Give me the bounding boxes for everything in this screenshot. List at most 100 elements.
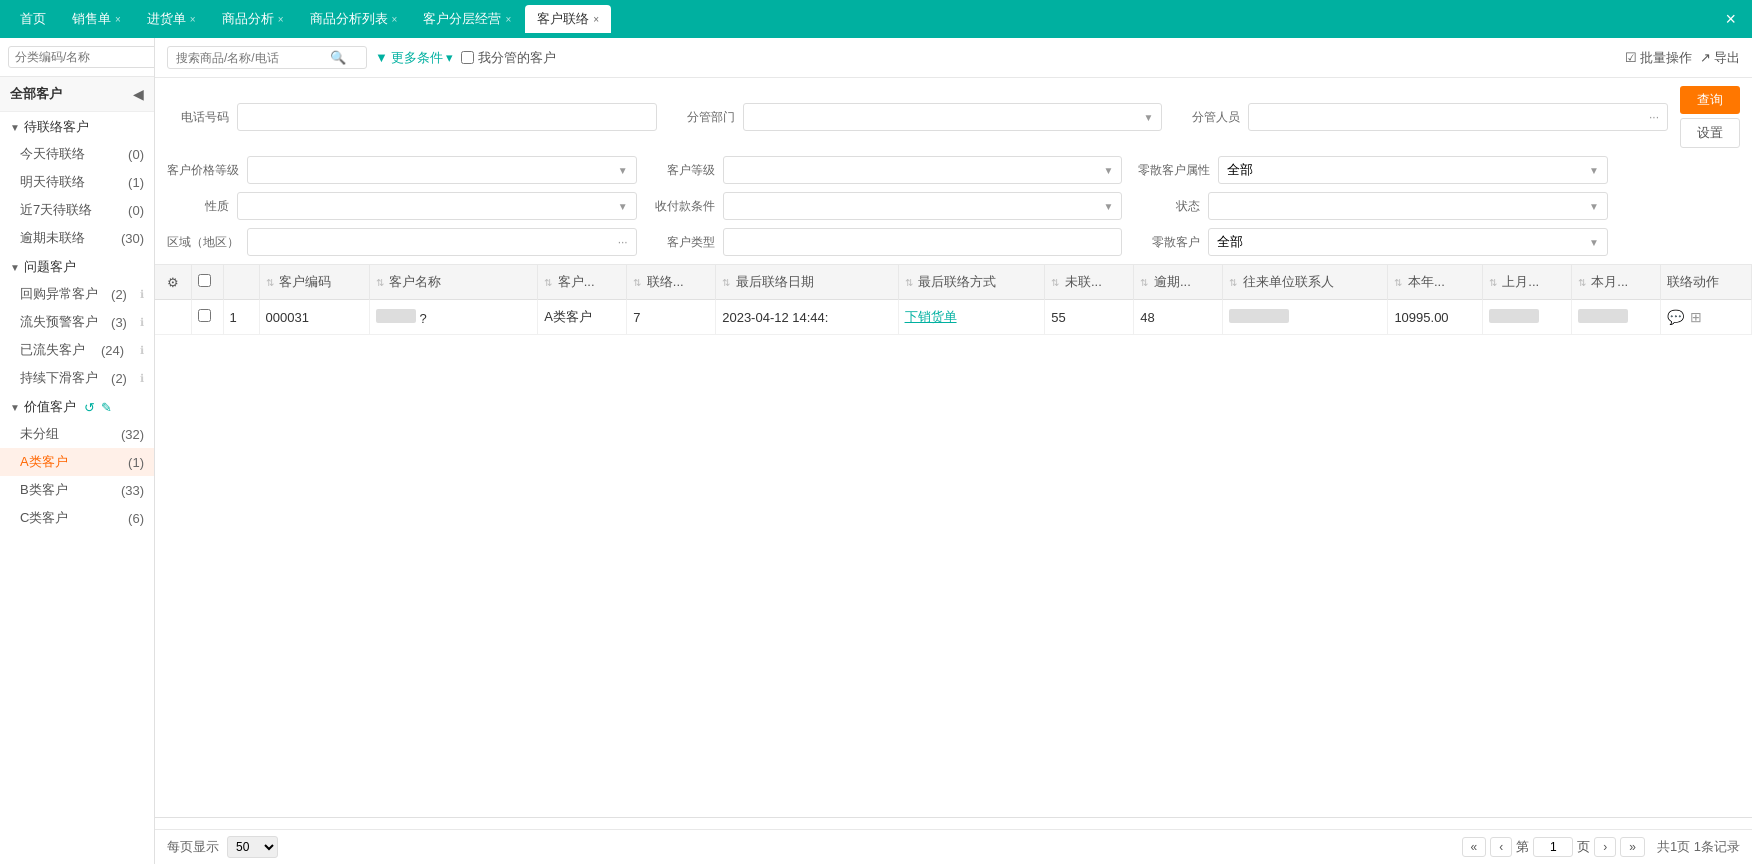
- filter-label-customer-type: 客户类型: [653, 234, 723, 251]
- settings-button[interactable]: 设置: [1680, 118, 1740, 148]
- sidebar-item-class-a[interactable]: A类客户 (1): [0, 448, 154, 476]
- my-customers-checkbox-group: 我分管的客户: [461, 49, 556, 67]
- dept-arrow-icon: ▼: [1143, 112, 1153, 123]
- table-row: 1 000031 ? A类客户 7: [155, 300, 1752, 335]
- tab-customer-segment[interactable]: 客户分层经营 ×: [411, 5, 523, 33]
- close-analysis-list-tab[interactable]: ×: [392, 14, 398, 25]
- sidebar-item-overdue-contact[interactable]: 逾期未联络 (30): [0, 224, 154, 252]
- filter-input-sparse-attr[interactable]: 全部 ▼: [1218, 156, 1608, 184]
- tab-purchase[interactable]: 进货单 ×: [135, 5, 208, 33]
- main-layout: 🔍 全部客户 ◀ ▼ 待联络客户 今天待联络 (0) 明天待联络 (1) 近7天…: [0, 38, 1752, 864]
- select-all-checkbox[interactable]: [198, 274, 211, 287]
- sidebar-item-class-c[interactable]: C类客户 (6): [0, 504, 154, 532]
- filter-group-nature: 性质 ▼: [167, 192, 637, 220]
- query-button[interactable]: 查询: [1680, 86, 1740, 114]
- tab-home[interactable]: 首页: [8, 5, 58, 33]
- filter-label-status: 状态: [1138, 198, 1208, 215]
- filter-input-nature[interactable]: ▼: [237, 192, 637, 220]
- sidebar-item-churn-warning[interactable]: 流失预警客户 (3) ℹ: [0, 308, 154, 336]
- sidebar-item-class-b[interactable]: B类客户 (33): [0, 476, 154, 504]
- filter-row-4: 区域（地区） ··· 客户类型 零散客户 全部: [167, 228, 1740, 256]
- sidebar-section-pending[interactable]: ▼ 待联络客户: [0, 112, 154, 140]
- sidebar-item-7day-contact[interactable]: 近7天待联络 (0): [0, 196, 154, 224]
- person-dots-icon: ···: [1649, 110, 1659, 124]
- filter-row-1: 电话号码 分管部门 ▼ 分管人员 ···: [167, 86, 1740, 148]
- sort-icon-no-contact: ⇅: [1051, 277, 1059, 288]
- col-this-month-header: ⇅ 本月...: [1571, 265, 1660, 300]
- tab-customer-contact[interactable]: 客户联络 ×: [525, 5, 611, 33]
- filter-input-department[interactable]: ▼: [743, 103, 1163, 131]
- sidebar-section-problem[interactable]: ▼ 问题客户: [0, 252, 154, 280]
- sort-icon-contact-count: ⇅: [633, 277, 641, 288]
- more-filters-button[interactable]: ▼ 更多条件 ▾: [375, 49, 453, 67]
- info-icon-declining: ℹ: [140, 372, 144, 385]
- action-buttons: 查询 设置: [1680, 86, 1740, 148]
- sidebar-item-tomorrow-contact[interactable]: 明天待联络 (1): [0, 168, 154, 196]
- filter-input-customer-level[interactable]: ▼: [723, 156, 1123, 184]
- tab-analysis[interactable]: 商品分析 ×: [210, 5, 296, 33]
- col-last-method-header: ⇅ 最后联络方式: [898, 265, 1045, 300]
- filter-search-input[interactable]: [176, 51, 326, 65]
- filter-group-customer-level: 客户等级 ▼: [653, 156, 1123, 184]
- col-last-month-header: ⇅ 上月...: [1482, 265, 1571, 300]
- close-analysis-tab[interactable]: ×: [278, 14, 284, 25]
- row-select-checkbox[interactable]: [198, 309, 211, 322]
- col-settings[interactable]: ⚙: [155, 265, 191, 300]
- window-close-button[interactable]: ×: [1717, 9, 1744, 30]
- page-size-select[interactable]: 50 100 200: [227, 836, 278, 858]
- sidebar-item-churned[interactable]: 已流失客户 (24) ℹ: [0, 336, 154, 364]
- col-this-year-header: ⇅ 本年...: [1388, 265, 1482, 300]
- filter-input-customer-type[interactable]: [723, 228, 1123, 256]
- filter-input-person[interactable]: ···: [1248, 103, 1668, 131]
- sidebar: 🔍 全部客户 ◀ ▼ 待联络客户 今天待联络 (0) 明天待联络 (1) 近7天…: [0, 38, 155, 864]
- value-section-edit[interactable]: ✎: [101, 400, 112, 415]
- sort-icon-this-year: ⇅: [1394, 277, 1402, 288]
- last-contact-method-link[interactable]: 下销货单: [905, 309, 957, 324]
- value-section-refresh[interactable]: ↺: [84, 400, 95, 415]
- filter-search-icon[interactable]: 🔍: [330, 50, 346, 65]
- last-page-button[interactable]: »: [1620, 837, 1645, 857]
- filter-input-price-level[interactable]: ▼: [247, 156, 637, 184]
- sidebar-item-today-contact[interactable]: 今天待联络 (0): [0, 140, 154, 168]
- sidebar-search-input[interactable]: [8, 46, 155, 68]
- filter-actions: ☑ 批量操作 ↗ 导出: [1625, 49, 1740, 67]
- col-seq-header: [223, 265, 259, 300]
- filter-group-customer-type: 客户类型: [653, 228, 1123, 256]
- sidebar-item-abnormal-repurchase[interactable]: 回购异常客户 (2) ℹ: [0, 280, 154, 308]
- filter-input-payment[interactable]: ▼: [723, 192, 1123, 220]
- row-overdue-cell: 48: [1134, 300, 1223, 335]
- filter-label-sparse-customer: 零散客户: [1138, 234, 1208, 251]
- sidebar-collapse-icon[interactable]: ◀: [133, 86, 144, 102]
- filter-input-status[interactable]: ▼: [1208, 192, 1608, 220]
- status-arrow-icon: ▼: [1589, 201, 1599, 212]
- sidebar-header-title: 全部客户: [10, 85, 62, 103]
- filter-input-sparse-customer[interactable]: 全部 ▼: [1208, 228, 1608, 256]
- next-page-button[interactable]: ›: [1594, 837, 1616, 857]
- qr-action-icon[interactable]: ⊞: [1690, 309, 1702, 325]
- my-customers-checkbox[interactable]: [461, 51, 474, 64]
- export-button[interactable]: ↗ 导出: [1700, 49, 1740, 67]
- sidebar-item-declining[interactable]: 持续下滑客户 (2) ℹ: [0, 364, 154, 392]
- batch-operation-button[interactable]: ☑ 批量操作: [1625, 49, 1692, 67]
- sidebar-section-value[interactable]: ▼ 价值客户 ↺ ✎: [0, 392, 154, 420]
- row-this-month-cell: [1571, 300, 1660, 335]
- close-purchase-tab[interactable]: ×: [190, 14, 196, 25]
- tab-analysis-list[interactable]: 商品分析列表 ×: [298, 5, 410, 33]
- content-area: 🔍 ▼ 更多条件 ▾ 我分管的客户 ☑ 批量操作 ↗ 导出: [155, 38, 1752, 864]
- payment-arrow-icon: ▼: [1103, 201, 1113, 212]
- row-last-month-cell: [1482, 300, 1571, 335]
- filter-group-sparse-attr: 零散客户属性 全部 ▼: [1138, 156, 1608, 184]
- filter-input-phone[interactable]: [237, 103, 657, 131]
- close-segment-tab[interactable]: ×: [505, 14, 511, 25]
- page-number-input[interactable]: [1533, 837, 1573, 857]
- close-contact-tab[interactable]: ×: [593, 14, 599, 25]
- horizontal-scrollbar[interactable]: [155, 817, 1752, 829]
- tab-sales[interactable]: 销售单 ×: [60, 5, 133, 33]
- chat-action-icon[interactable]: 💬: [1667, 309, 1684, 325]
- close-sales-tab[interactable]: ×: [115, 14, 121, 25]
- first-page-button[interactable]: «: [1462, 837, 1487, 857]
- sidebar-item-ungrouped[interactable]: 未分组 (32): [0, 420, 154, 448]
- col-last-date-header: ⇅ 最后联络日期: [716, 265, 898, 300]
- prev-page-button[interactable]: ‹: [1490, 837, 1512, 857]
- filter-input-region[interactable]: ···: [247, 228, 637, 256]
